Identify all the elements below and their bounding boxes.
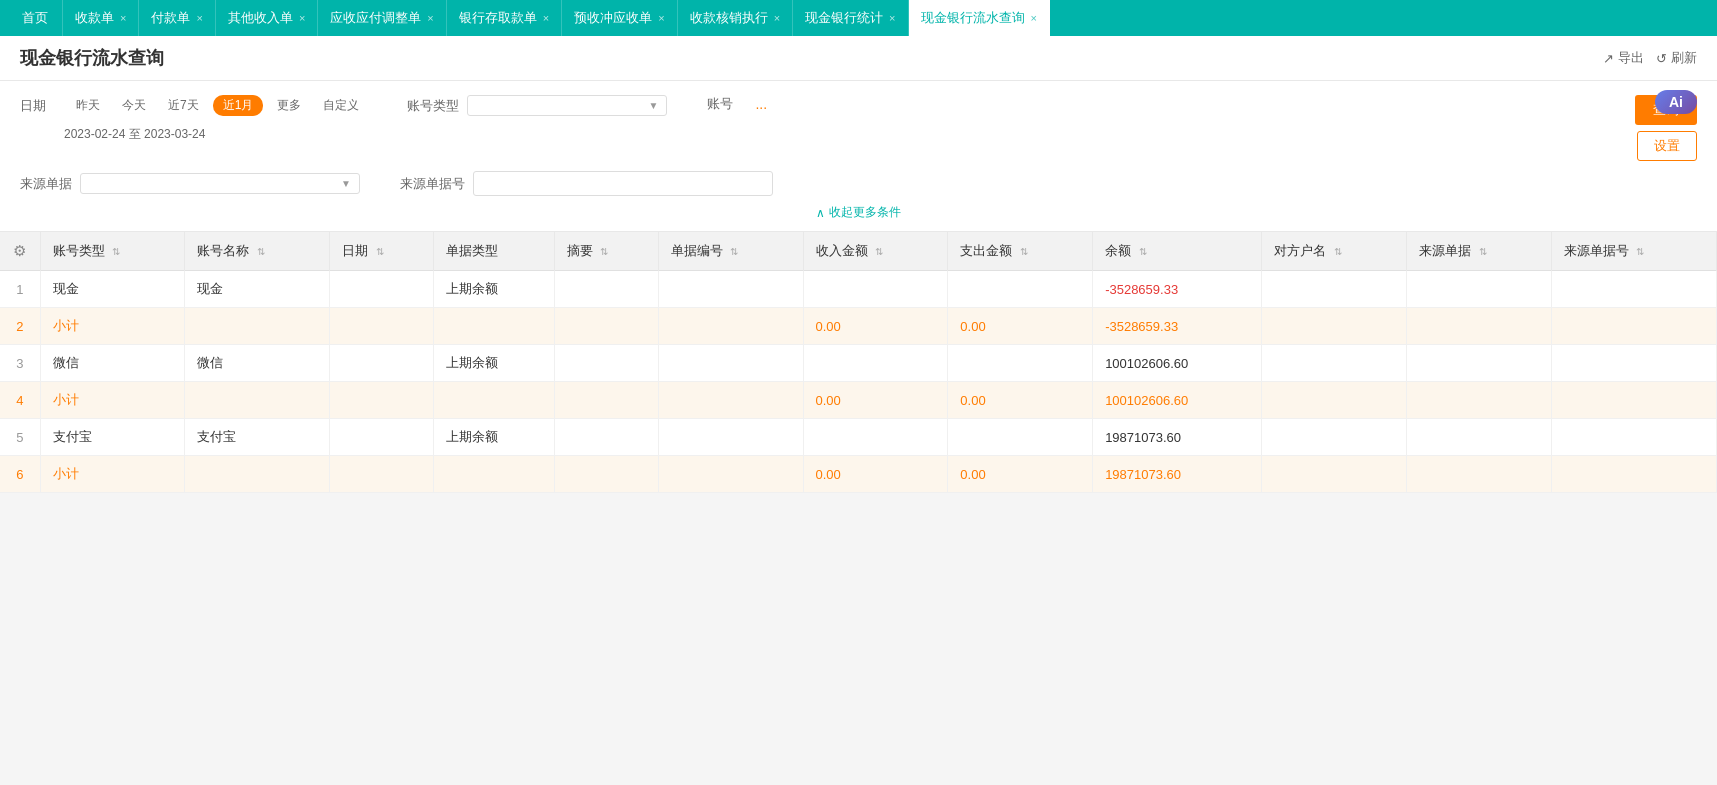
table-row[interactable]: 4小计0.000.00100102606.60 [0, 382, 1717, 419]
sort-doc-no-icon: ⇅ [730, 246, 738, 257]
top-nav: 首页 收款单 × 付款单 × 其他收入单 × 应收应付调整单 × 银行存取款单 … [0, 0, 1717, 36]
col-doc-type[interactable]: 单据类型 [434, 232, 554, 271]
date-btn-yesterday[interactable]: 昨天 [68, 95, 108, 116]
table-row[interactable]: 2小计0.000.00-3528659.33 [0, 308, 1717, 345]
col-account-name[interactable]: 账号名称 ⇅ [185, 232, 330, 271]
source-doc-label: 来源单据 [20, 175, 72, 193]
source-doc-chevron-icon: ▼ [341, 178, 351, 189]
col-income[interactable]: 收入金额 ⇅ [803, 232, 948, 271]
sort-account-type-icon: ⇅ [112, 246, 120, 257]
page-title: 现金银行流水查询 [20, 46, 164, 70]
close-tab-7-icon[interactable]: × [889, 12, 895, 24]
nav-tab-4[interactable]: 银行存取款单 × [447, 0, 562, 36]
filter-area: 日期 昨天 今天 近7天 近1月 更多 自定义 账号类型 ▼ [0, 81, 1717, 232]
collapse-label: 收起更多条件 [829, 204, 901, 221]
date-btn-more[interactable]: 更多 [269, 95, 309, 116]
col-expense[interactable]: 支出金额 ⇅ [948, 232, 1093, 271]
account-label: 账号 [707, 95, 747, 113]
collapse-bar[interactable]: ∧ 收起更多条件 [20, 200, 1697, 221]
sort-source-doc-no-icon: ⇅ [1636, 246, 1644, 257]
col-balance[interactable]: 余额 ⇅ [1093, 232, 1262, 271]
source-doc-no-label: 来源单据号 [400, 175, 465, 193]
date-btn-7days[interactable]: 近7天 [160, 95, 207, 116]
sort-date-icon: ⇅ [376, 246, 384, 257]
date-btn-custom[interactable]: 自定义 [315, 95, 367, 116]
sort-summary-icon: ⇅ [600, 246, 608, 257]
page-header: 现金银行流水查询 ↗ 导出 ↺ 刷新 [0, 36, 1717, 81]
nav-tab-8[interactable]: 现金银行流水查询 × [909, 0, 1050, 36]
account-type-select[interactable]: ▼ [467, 95, 667, 116]
table-header-row: ⚙ 账号类型 ⇅ 账号名称 ⇅ 日期 ⇅ 单据类型 摘要 [0, 232, 1717, 271]
export-icon: ↗ [1603, 51, 1614, 66]
close-tab-2-icon[interactable]: × [299, 12, 305, 24]
date-btn-1month[interactable]: 近1月 [213, 95, 264, 116]
table-body: 1现金现金上期余额-3528659.332小计0.000.00-3528659.… [0, 271, 1717, 493]
close-tab-5-icon[interactable]: × [658, 12, 664, 24]
close-tab-0-icon[interactable]: × [120, 12, 126, 24]
sort-account-name-icon: ⇅ [257, 246, 265, 257]
export-button[interactable]: ↗ 导出 [1603, 49, 1644, 67]
table-container: ⚙ 账号类型 ⇅ 账号名称 ⇅ 日期 ⇅ 单据类型 摘要 [0, 232, 1717, 493]
nav-tab-2[interactable]: 其他收入单 × [216, 0, 318, 36]
nav-home[interactable]: 首页 [8, 0, 63, 36]
close-tab-6-icon[interactable]: × [774, 12, 780, 24]
account-type-chevron-icon: ▼ [648, 100, 658, 111]
header-actions: ↗ 导出 ↺ 刷新 [1603, 49, 1697, 67]
refresh-icon: ↺ [1656, 51, 1667, 66]
source-doc-select[interactable]: ▼ [80, 173, 360, 194]
nav-tab-0[interactable]: 收款单 × [63, 0, 139, 36]
col-doc-no[interactable]: 单据编号 ⇅ [658, 232, 803, 271]
table-row[interactable]: 6小计0.000.0019871073.60 [0, 456, 1717, 493]
date-filter-label: 日期 [20, 97, 60, 115]
refresh-button[interactable]: ↺ 刷新 [1656, 49, 1697, 67]
account-type-label: 账号类型 [407, 97, 459, 115]
close-tab-4-icon[interactable]: × [543, 12, 549, 24]
date-range-display: 2023-02-24 至 2023-03-24 [64, 126, 1615, 143]
col-source-doc[interactable]: 来源单据 ⇅ [1407, 232, 1552, 271]
col-counterpart[interactable]: 对方户名 ⇅ [1262, 232, 1407, 271]
account-dots[interactable]: ... [755, 96, 767, 112]
date-options: 昨天 今天 近7天 近1月 更多 自定义 [68, 95, 367, 116]
sort-income-icon: ⇅ [875, 246, 883, 257]
col-source-doc-no[interactable]: 来源单据号 ⇅ [1551, 232, 1716, 271]
sort-balance-icon: ⇅ [1139, 246, 1147, 257]
collapse-icon: ∧ [816, 206, 825, 220]
col-summary[interactable]: 摘要 ⇅ [554, 232, 658, 271]
sort-expense-icon: ⇅ [1020, 246, 1028, 257]
col-date[interactable]: 日期 ⇅ [330, 232, 434, 271]
nav-tab-1[interactable]: 付款单 × [139, 0, 215, 36]
date-btn-today[interactable]: 今天 [114, 95, 154, 116]
col-account-type[interactable]: 账号类型 ⇅ [40, 232, 185, 271]
nav-tab-3[interactable]: 应收应付调整单 × [318, 0, 446, 36]
nav-tab-7[interactable]: 现金银行统计 × [793, 0, 908, 36]
close-tab-3-icon[interactable]: × [427, 12, 433, 24]
nav-tab-5[interactable]: 预收冲应收单 × [562, 0, 677, 36]
table-row[interactable]: 1现金现金上期余额-3528659.33 [0, 271, 1717, 308]
sort-counterpart-icon: ⇅ [1334, 246, 1342, 257]
nav-tab-6[interactable]: 收款核销执行 × [678, 0, 793, 36]
close-tab-1-icon[interactable]: × [196, 12, 202, 24]
account-area: ... [755, 96, 767, 112]
ai-badge[interactable]: Ai [1655, 90, 1697, 114]
sort-source-doc-icon: ⇅ [1479, 246, 1487, 257]
settings-button[interactable]: 设置 [1637, 131, 1697, 161]
close-tab-8-icon[interactable]: × [1031, 12, 1037, 24]
column-settings-icon[interactable]: ⚙ [13, 242, 26, 259]
data-table: ⚙ 账号类型 ⇅ 账号名称 ⇅ 日期 ⇅ 单据类型 摘要 [0, 232, 1717, 493]
col-settings[interactable]: ⚙ [0, 232, 40, 271]
table-row[interactable]: 3微信微信上期余额100102606.60 [0, 345, 1717, 382]
table-row[interactable]: 5支付宝支付宝上期余额19871073.60 [0, 419, 1717, 456]
source-doc-no-input[interactable] [473, 171, 773, 196]
